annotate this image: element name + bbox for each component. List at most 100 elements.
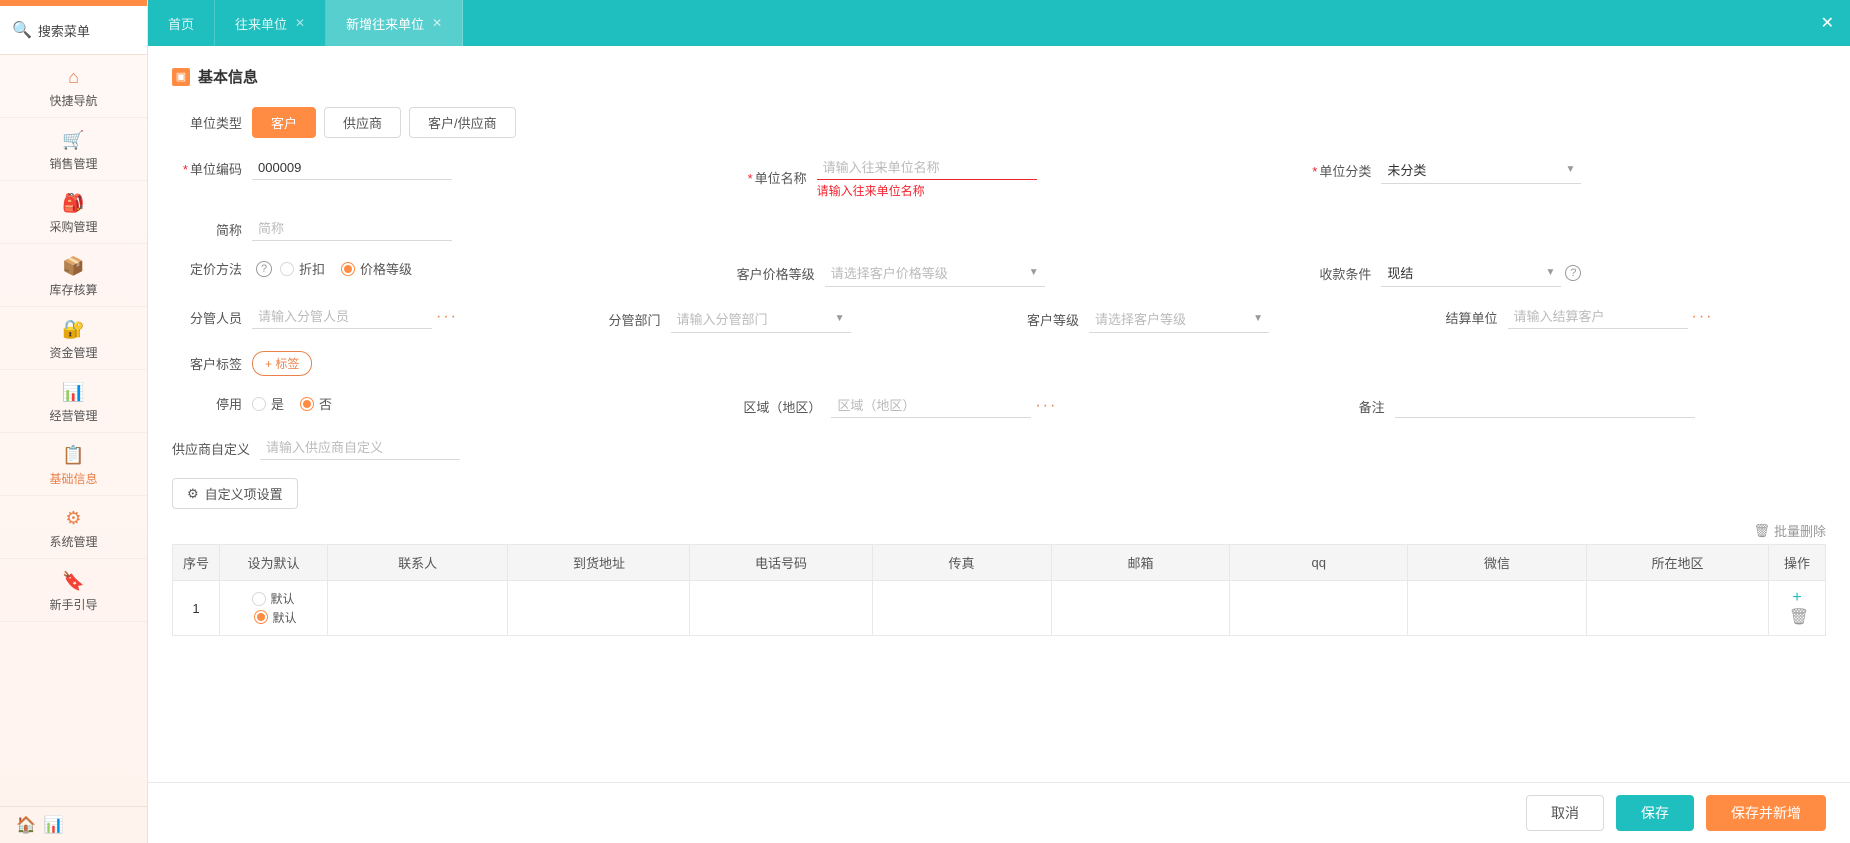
settlement-unit-input[interactable] bbox=[1508, 305, 1688, 329]
manager-input[interactable] bbox=[252, 305, 432, 329]
short-name-input[interactable] bbox=[252, 217, 452, 241]
unit-name-field: 单位名称 请输入往来单位名称 bbox=[737, 156, 1262, 199]
unit-type-field: 单位类型 客户 供应商 客户/供应商 bbox=[172, 107, 1826, 138]
unit-type-label: 单位类型 bbox=[172, 113, 252, 132]
default-checkbox[interactable]: 默认 默认 bbox=[250, 594, 296, 625]
tab-home[interactable]: 首页 bbox=[148, 0, 215, 46]
sidebar-label-guide: 新手引导 bbox=[49, 596, 97, 613]
col-fax: 传真 bbox=[872, 545, 1051, 581]
sidebar-item-finance[interactable]: 🔐 资金管理 bbox=[0, 307, 147, 370]
pricing-radio-group: 折扣 价格等级 bbox=[280, 259, 412, 278]
pricing-help-icon[interactable]: ? bbox=[256, 261, 272, 277]
sidebar-label-system: 系统管理 bbox=[49, 533, 97, 550]
cell-region[interactable] bbox=[1586, 581, 1768, 636]
code-name-category-row: 单位编码 单位名称 请输入往来单位名称 单位分类 未分类 ▼ bbox=[172, 156, 1826, 199]
radio-discount[interactable]: 折扣 bbox=[280, 259, 325, 278]
unit-code-input[interactable] bbox=[252, 156, 452, 180]
unit-name-label: 单位名称 bbox=[737, 168, 817, 187]
remark-input[interactable] bbox=[1395, 394, 1695, 418]
sidebar: 🔍 搜索菜单 ⌂ 快捷导航 🛒 销售管理 🎒 采购管理 📦 库存核算 🔐 资金管… bbox=[0, 0, 148, 843]
region-label: 区域（地区） bbox=[743, 397, 831, 416]
section-title: 基本信息 bbox=[198, 66, 258, 87]
row-add-icon[interactable]: + bbox=[1792, 589, 1801, 606]
save-and-add-button[interactable]: 保存并新增 bbox=[1706, 795, 1826, 831]
batch-delete-label: 批量删除 bbox=[1774, 521, 1826, 540]
unit-code-field: 单位编码 bbox=[172, 156, 697, 180]
radio-price-level[interactable]: 价格等级 bbox=[341, 259, 412, 278]
payment-terms-select[interactable]: 现结 ▼ bbox=[1381, 259, 1561, 287]
sidebar-search[interactable]: 🔍 搜索菜单 bbox=[0, 6, 147, 55]
sidebar-item-sales[interactable]: 🛒 销售管理 bbox=[0, 118, 147, 181]
custom-settings-btn[interactable]: ⚙ 自定义项设置 bbox=[172, 478, 298, 509]
region-more-btn[interactable]: ··· bbox=[1031, 397, 1061, 415]
tab-new-trading-unit[interactable]: 新增往来单位 ✕ bbox=[326, 0, 463, 46]
cart-icon: 🛒 bbox=[62, 130, 84, 151]
short-name-row: 简称 bbox=[172, 217, 1826, 241]
unit-type-supplier-btn[interactable]: 供应商 bbox=[324, 107, 401, 138]
customer-level-select[interactable]: 请选择客户等级 ▼ bbox=[1089, 305, 1269, 333]
supplier-custom-input[interactable] bbox=[260, 436, 460, 460]
tab-trading-unit-close[interactable]: ✕ bbox=[295, 16, 305, 30]
sidebar-label-operation: 经营管理 bbox=[49, 407, 97, 424]
remark-field: 备注 bbox=[1315, 394, 1826, 418]
sidebar-item-quick-nav[interactable]: ⌂ 快捷导航 bbox=[0, 55, 147, 118]
disabled-region-remark-row: 停用 是 否 区域（地区） ··· bbox=[172, 394, 1826, 418]
radio-no-inner bbox=[303, 400, 311, 408]
sidebar-item-operation[interactable]: 📊 经营管理 bbox=[0, 370, 147, 433]
unit-type-both-btn[interactable]: 客户/供应商 bbox=[409, 107, 516, 138]
short-name-field: 简称 bbox=[172, 217, 1826, 241]
radio-price-level-label: 价格等级 bbox=[360, 259, 412, 278]
customer-price-level-field: 客户价格等级 请选择客户价格等级 ▼ bbox=[737, 259, 1262, 287]
col-address: 到货地址 bbox=[508, 545, 690, 581]
customer-tags-label: 客户标签 bbox=[172, 354, 252, 373]
radio-yes[interactable]: 是 bbox=[252, 394, 284, 413]
department-select[interactable]: 请输入分管部门 ▼ bbox=[671, 305, 851, 333]
stats-bottom-icon[interactable]: 📊 bbox=[44, 815, 64, 835]
manager-more-btn[interactable]: ··· bbox=[432, 308, 462, 326]
save-button[interactable]: 保存 bbox=[1616, 795, 1694, 831]
radio-discount-label: 折扣 bbox=[299, 259, 325, 278]
add-tag-btn[interactable]: + 标签 bbox=[252, 351, 312, 376]
tab-new-trading-unit-close[interactable]: ✕ bbox=[432, 16, 442, 30]
cell-fax[interactable] bbox=[872, 581, 1051, 636]
sidebar-item-basic-info[interactable]: 📋 基础信息 bbox=[0, 433, 147, 496]
sidebar-item-inventory[interactable]: 📦 库存核算 bbox=[0, 244, 147, 307]
unit-name-input[interactable] bbox=[817, 156, 1037, 180]
sidebar-item-purchase[interactable]: 🎒 采购管理 bbox=[0, 181, 147, 244]
sidebar-item-system[interactable]: ⚙ 系统管理 bbox=[0, 496, 147, 559]
sidebar-label-inventory: 库存核算 bbox=[49, 281, 97, 298]
sidebar-item-guide[interactable]: 🔖 新手引导 bbox=[0, 559, 147, 622]
cust-level-chevron-icon: ▼ bbox=[1253, 313, 1263, 324]
unit-category-select[interactable]: 未分类 ▼ bbox=[1381, 156, 1581, 184]
cell-qq[interactable] bbox=[1230, 581, 1408, 636]
unit-type-customer-btn[interactable]: 客户 bbox=[252, 107, 316, 138]
settlement-more-btn[interactable]: ··· bbox=[1688, 308, 1718, 326]
customer-price-level-select[interactable]: 请选择客户价格等级 ▼ bbox=[825, 259, 1045, 287]
tabbar-global-close[interactable]: ✕ bbox=[1805, 13, 1850, 33]
cell-email[interactable] bbox=[1051, 581, 1230, 636]
cell-seq: 1 bbox=[173, 581, 220, 636]
row-del-icon[interactable]: 🗑 bbox=[1789, 609, 1809, 626]
chart-icon: 📊 bbox=[62, 382, 84, 403]
tab-trading-unit[interactable]: 往来单位 ✕ bbox=[215, 0, 326, 46]
payment-terms-value: 现结 bbox=[1387, 263, 1413, 282]
col-action: 操作 bbox=[1769, 545, 1826, 581]
region-input[interactable] bbox=[831, 394, 1031, 418]
cell-wechat[interactable] bbox=[1407, 581, 1586, 636]
cell-address[interactable] bbox=[508, 581, 690, 636]
cell-contact[interactable] bbox=[327, 581, 508, 636]
home-bottom-icon[interactable]: 🏠 bbox=[16, 815, 36, 835]
cancel-button[interactable]: 取消 bbox=[1526, 795, 1604, 831]
payment-terms-help-icon[interactable]: ? bbox=[1565, 265, 1581, 281]
radio-discount-outer bbox=[280, 262, 294, 276]
batch-delete-btn[interactable]: 🗑 批量删除 bbox=[1753, 521, 1826, 540]
department-placeholder: 请输入分管部门 bbox=[677, 309, 768, 328]
custom-settings-label: 自定义项设置 bbox=[205, 484, 283, 503]
radio-no[interactable]: 否 bbox=[300, 394, 332, 413]
unit-name-error: 请输入往来单位名称 bbox=[817, 182, 1037, 199]
disabled-label: 停用 bbox=[172, 394, 252, 413]
customer-level-field: 客户等级 请选择客户等级 ▼ bbox=[1009, 305, 1408, 333]
cell-default: 默认 默认 bbox=[220, 581, 328, 636]
batch-delete-icon: 🗑 bbox=[1753, 523, 1770, 539]
cell-phone[interactable] bbox=[690, 581, 872, 636]
